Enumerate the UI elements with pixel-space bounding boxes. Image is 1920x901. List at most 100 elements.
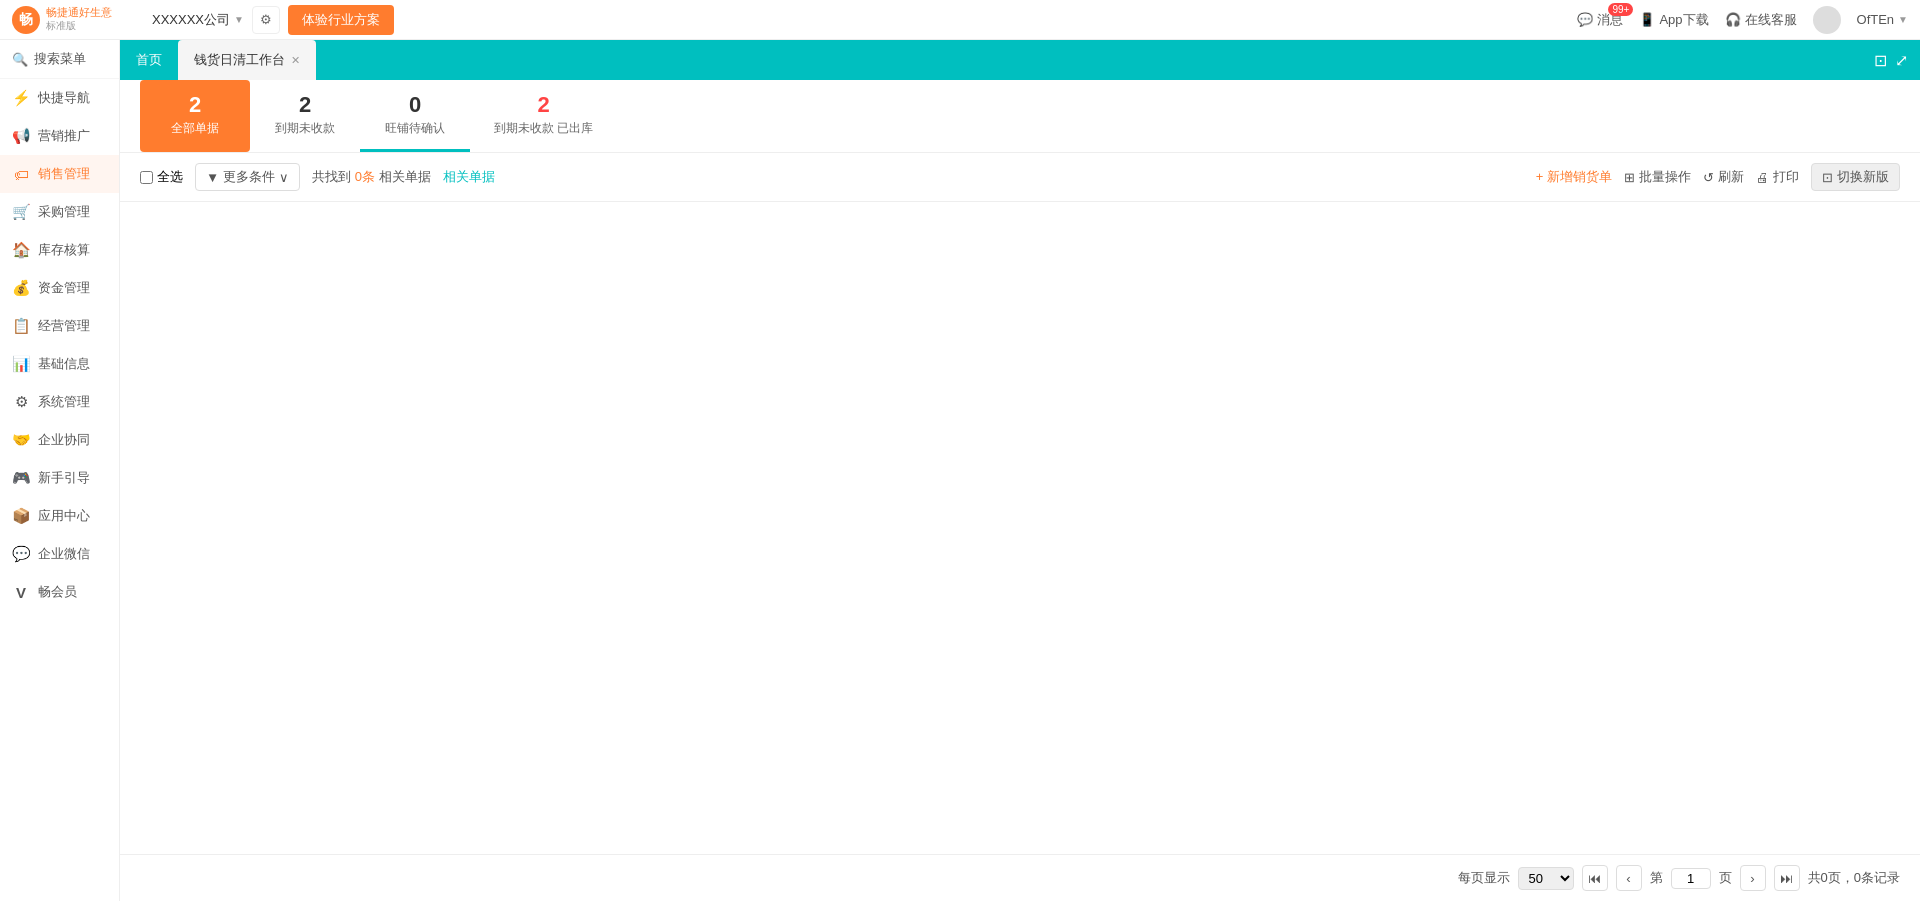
- close-tab-icon[interactable]: ✕: [291, 54, 300, 67]
- sidebar-item-basic[interactable]: 📊 基础信息: [0, 345, 119, 383]
- message-button[interactable]: 💬 消息 99+: [1577, 11, 1623, 29]
- sidebar-item-label: 采购管理: [38, 203, 90, 221]
- stat-tab-shipped[interactable]: 2 到期未收款 已出库: [470, 80, 617, 152]
- sidebar-item-purchase[interactable]: 🛒 采购管理: [0, 193, 119, 231]
- search-label: 搜索菜单: [34, 50, 86, 68]
- select-all-checkbox[interactable]: 全选: [140, 168, 183, 186]
- chevron-down-icon: ▼: [234, 14, 244, 25]
- header-center: XXXXXX公司 ▼ ⚙ 体验行业方案: [132, 5, 1577, 35]
- total-info: 共0页，0条记录: [1808, 869, 1900, 887]
- filter-icon: ▼: [206, 170, 219, 185]
- page-size-label: 每页显示: [1458, 869, 1510, 887]
- online-service-button[interactable]: 🎧 在线客服: [1725, 11, 1797, 29]
- gear-icon: ⚙: [260, 12, 272, 27]
- pagination: 每页显示 50 100 200 ⏮ ‹ 第 页 › ⏭ 共0页，0条记录: [120, 854, 1920, 901]
- refresh-icon: ↺: [1703, 170, 1714, 185]
- settings-button[interactable]: ⚙: [252, 6, 280, 34]
- sidebar-item-operations[interactable]: 📋 经营管理: [0, 307, 119, 345]
- found-count: 0条: [355, 169, 375, 184]
- page-size-select[interactable]: 50 100 200: [1518, 867, 1574, 890]
- refresh-button[interactable]: ↺ 刷新: [1703, 168, 1744, 186]
- found-suffix: 相关单据: [379, 169, 431, 184]
- filter-label: 更多条件: [223, 168, 275, 186]
- print-button[interactable]: 🖨 打印: [1756, 168, 1799, 186]
- next-page-button[interactable]: ›: [1740, 865, 1766, 891]
- logo-subtitle: 标准版: [46, 19, 112, 33]
- tab-home[interactable]: 首页: [120, 40, 178, 80]
- wechat-icon: 💬: [12, 545, 30, 563]
- page-number-input[interactable]: [1671, 868, 1711, 889]
- prev-page-button[interactable]: ‹: [1616, 865, 1642, 891]
- avatar[interactable]: [1813, 6, 1841, 34]
- sidebar-item-system[interactable]: ⚙ 系统管理: [0, 383, 119, 421]
- refresh-label: 刷新: [1718, 168, 1744, 186]
- content-area: 2 全部单据 2 到期未收款 0 旺铺待确认 2 到期未收款 已出库 全选: [120, 80, 1920, 901]
- add-order-button[interactable]: + 新增销货单: [1536, 168, 1612, 186]
- stat-num-overdue: 2: [299, 92, 311, 118]
- sidebar-item-newbie[interactable]: 🎮 新手引导: [0, 459, 119, 497]
- enterprise-icon: 🤝: [12, 431, 30, 449]
- checkbox-input[interactable]: [140, 171, 153, 184]
- stat-label-shipped: 到期未收款 已出库: [494, 120, 593, 137]
- print-icon: 🖨: [1756, 170, 1769, 185]
- member-icon: V: [12, 584, 30, 601]
- switch-icon: ⊡: [1822, 170, 1833, 185]
- system-icon: ⚙: [12, 393, 30, 411]
- select-all-label: 全选: [157, 168, 183, 186]
- sidebar-item-marketing[interactable]: 📢 营销推广: [0, 117, 119, 155]
- stat-tab-all[interactable]: 2 全部单据: [140, 80, 250, 152]
- table-area: [120, 202, 1920, 854]
- user-name[interactable]: OfTEn ▼: [1857, 12, 1908, 27]
- switch-version-button[interactable]: ⊡ 切换新版: [1811, 163, 1900, 191]
- sidebar-item-sales[interactable]: 🏷 销售管理: [0, 155, 119, 193]
- sidebar-item-label: 应用中心: [38, 507, 90, 525]
- sidebar-item-label: 企业协同: [38, 431, 90, 449]
- operations-icon: 📋: [12, 317, 30, 335]
- tab-cash-flow-label: 钱货日清工作台: [194, 51, 285, 69]
- sidebar-item-label: 资金管理: [38, 279, 90, 297]
- inventory-icon: 🏠: [12, 241, 30, 259]
- message-icon: 💬: [1577, 12, 1593, 27]
- app-download-button[interactable]: 📱 App下载: [1639, 11, 1708, 29]
- stat-num-all: 2: [189, 92, 201, 118]
- first-page-button[interactable]: ⏮: [1582, 865, 1608, 891]
- app-center-icon: 📦: [12, 507, 30, 525]
- tab-cash-flow[interactable]: 钱货日清工作台 ✕: [178, 40, 316, 80]
- experience-button[interactable]: 体验行业方案: [288, 5, 394, 35]
- logo-area: 畅 畅捷通好生意 标准版: [12, 6, 132, 34]
- toolbar: 全选 ▼ 更多条件 ∨ 共找到 0条 相关单据 相关单据 + 新增销货单 ⊞ 批…: [120, 153, 1920, 202]
- tab-bar-actions: ⊡ ⤢: [1874, 51, 1920, 70]
- minimize-icon[interactable]: ⊡: [1874, 51, 1887, 70]
- last-page-button[interactable]: ⏭: [1774, 865, 1800, 891]
- quick-nav-icon: ⚡: [12, 89, 30, 107]
- user-label: OfTEn: [1857, 12, 1895, 27]
- filter-button[interactable]: ▼ 更多条件 ∨: [195, 163, 300, 191]
- print-label: 打印: [1773, 168, 1799, 186]
- stat-label-pending: 旺铺待确认: [385, 120, 445, 137]
- logo-icon: 畅: [12, 6, 40, 34]
- sidebar-item-label: 新手引导: [38, 469, 90, 487]
- batch-button[interactable]: ⊞ 批量操作: [1624, 168, 1691, 186]
- purchase-icon: 🛒: [12, 203, 30, 221]
- stat-tab-pending[interactable]: 0 旺铺待确认: [360, 80, 470, 152]
- batch-label: 批量操作: [1639, 168, 1691, 186]
- sidebar-item-member[interactable]: V 畅会员: [0, 573, 119, 611]
- newbie-icon: 🎮: [12, 469, 30, 487]
- sidebar-item-label: 系统管理: [38, 393, 90, 411]
- message-badge: 99+: [1608, 3, 1633, 16]
- toolbar-right: + 新增销货单 ⊞ 批量操作 ↺ 刷新 🖨 打印 ⊡ 切换新版: [1536, 163, 1900, 191]
- related-orders-link[interactable]: 相关单据: [443, 168, 495, 186]
- stat-num-shipped: 2: [538, 92, 550, 118]
- search-icon: 🔍: [12, 52, 28, 67]
- sidebar-item-app-center[interactable]: 📦 应用中心: [0, 497, 119, 535]
- sidebar-item-quick-nav[interactable]: ⚡ 快捷导航: [0, 79, 119, 117]
- sidebar-item-inventory[interactable]: 🏠 库存核算: [0, 231, 119, 269]
- app-download-label: App下载: [1659, 11, 1708, 29]
- stat-tab-overdue[interactable]: 2 到期未收款: [250, 80, 360, 152]
- sidebar-item-finance[interactable]: 💰 资金管理: [0, 269, 119, 307]
- company-selector[interactable]: XXXXXX公司 ▼: [152, 11, 244, 29]
- sidebar-item-wechat[interactable]: 💬 企业微信: [0, 535, 119, 573]
- maximize-icon[interactable]: ⤢: [1895, 51, 1908, 70]
- sidebar-search[interactable]: 🔍 搜索菜单: [0, 40, 119, 79]
- sidebar-item-enterprise[interactable]: 🤝 企业协同: [0, 421, 119, 459]
